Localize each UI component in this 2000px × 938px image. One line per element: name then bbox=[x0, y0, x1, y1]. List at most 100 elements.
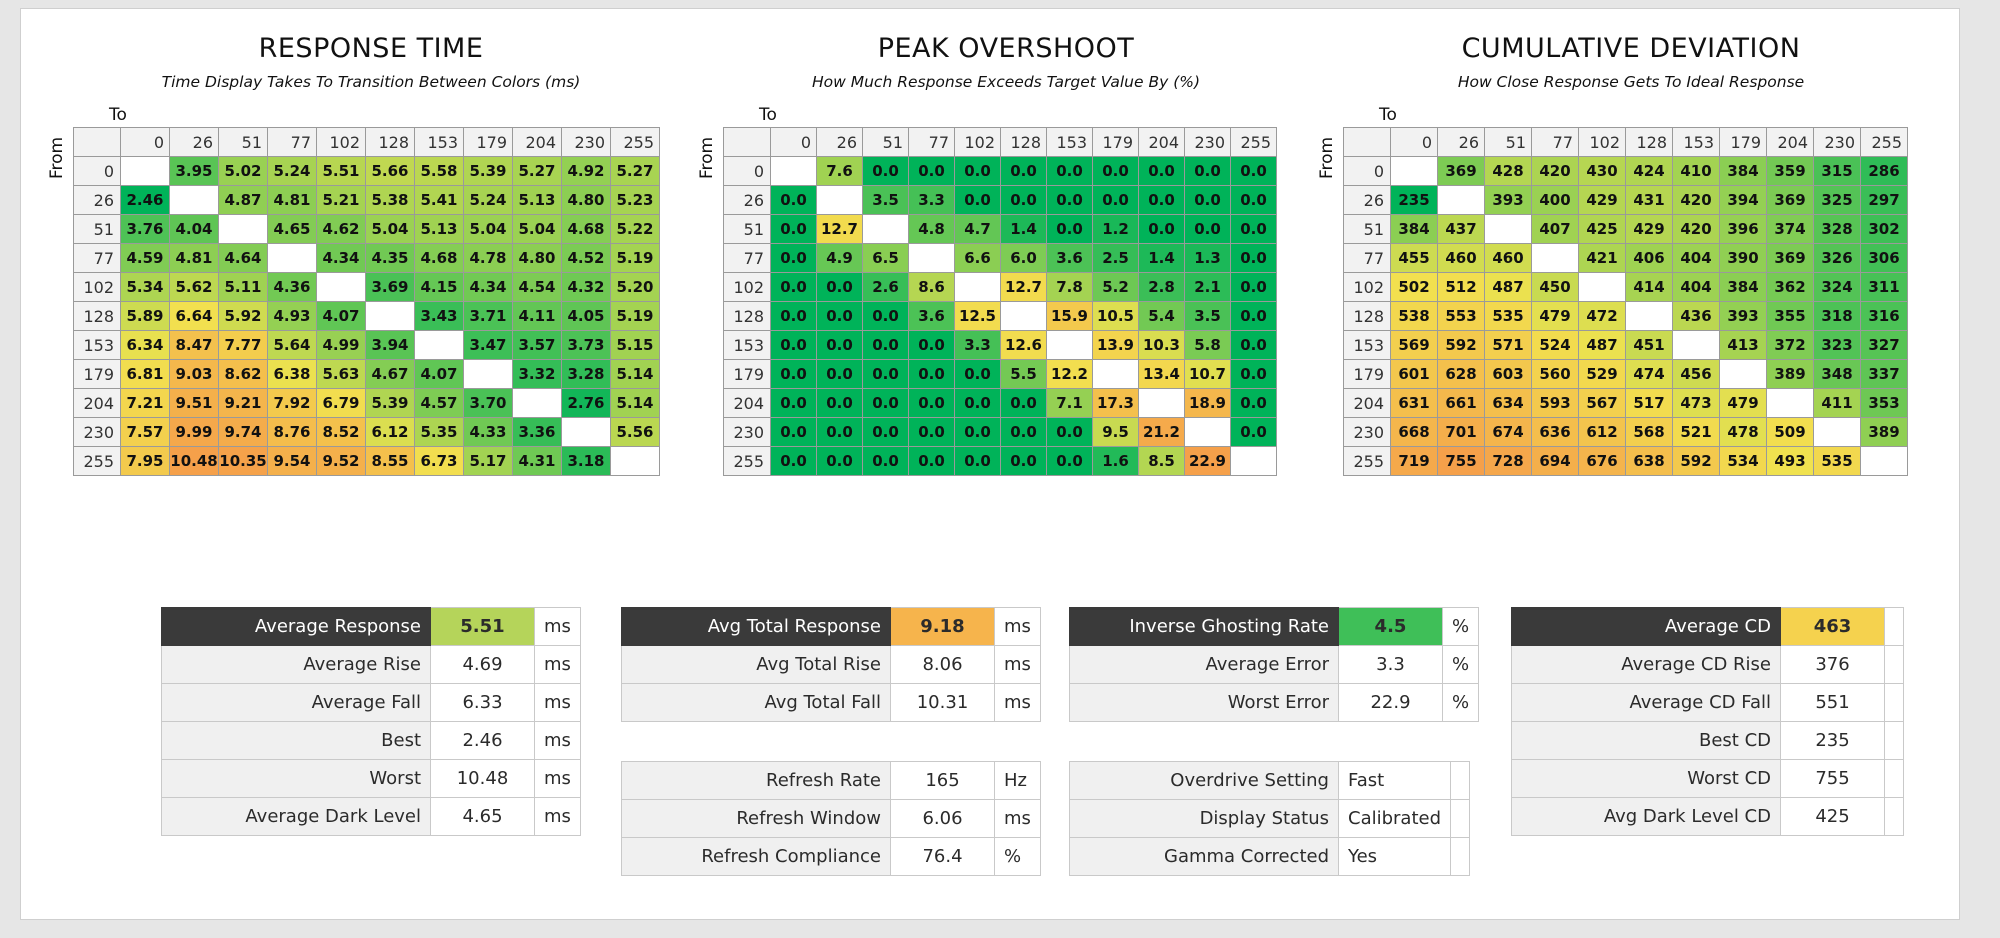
summary-row: Average Error 3.3% bbox=[1069, 645, 1480, 684]
matrix-col-header: 153 bbox=[1046, 127, 1093, 157]
matrix-cell: 560 bbox=[1531, 359, 1579, 389]
matrix-cell: 0.0 bbox=[1230, 243, 1277, 273]
matrix-cell: 4.57 bbox=[414, 388, 464, 418]
matrix-cell: 8.76 bbox=[267, 417, 317, 447]
matrix-cell: 3.18 bbox=[561, 446, 611, 476]
matrix-cell: 0.0 bbox=[1092, 156, 1139, 186]
matrix-cell: 400 bbox=[1531, 185, 1579, 215]
summary-row-unit: Hz bbox=[994, 761, 1041, 800]
matrix-cell: 5.20 bbox=[610, 272, 660, 302]
matrix-cell: 5.62 bbox=[169, 272, 219, 302]
matrix-cell: 634 bbox=[1484, 388, 1532, 418]
summary-row: Inverse Ghosting Rate 4.5% bbox=[1069, 607, 1480, 646]
matrix-col-header: 0 bbox=[120, 127, 170, 157]
matrix-cell: 5.11 bbox=[218, 272, 268, 302]
matrix-cell: 404 bbox=[1672, 272, 1720, 302]
matrix-cell: 538 bbox=[1390, 301, 1438, 331]
summary-row: Average CD Rise 376 bbox=[1511, 645, 1904, 684]
matrix-cell: 0.0 bbox=[770, 214, 817, 244]
summary-row-label: Avg Dark Level CD bbox=[1511, 797, 1781, 836]
axis-label-to: To bbox=[759, 105, 777, 125]
matrix-cell: 479 bbox=[1719, 388, 1767, 418]
matrix-row-header: 179 bbox=[723, 359, 771, 389]
matrix-cell: 420 bbox=[1672, 185, 1720, 215]
matrix-row: 204 7.21 9.51 9.21 7.92 6.79 5.39 4.57 3.70 2.76 5… bbox=[73, 388, 660, 418]
matrix-cell: 4.07 bbox=[414, 359, 464, 389]
summary-row: Worst Error 22.9% bbox=[1069, 683, 1480, 722]
matrix-cell: 512 bbox=[1437, 272, 1485, 302]
overshoot-summary: Inverse Ghosting Rate 4.5% Average Error 3.… bbox=[1069, 607, 1480, 722]
summary-row-unit: ms bbox=[994, 607, 1041, 646]
matrix-row-header: 77 bbox=[73, 243, 121, 273]
matrix-row: 0 3.95 5.02 5.24 5.51 5.66 5.58 5.39 5.27 4.92 5.2… bbox=[73, 156, 660, 186]
matrix-cell: 9.5 bbox=[1092, 417, 1139, 447]
matrix-panel-1: PEAK OVERSHOOT How Much Response Exceeds … bbox=[697, 33, 1311, 476]
matrix-cell: 4.04 bbox=[169, 214, 219, 244]
matrix-cell: 4.78 bbox=[463, 243, 513, 273]
summary-table: Average Response 5.51 ms Average Rise 4.69 ms… bbox=[161, 607, 581, 836]
matrix-cell: 0.0 bbox=[862, 301, 909, 331]
matrix-cell: 7.1 bbox=[1046, 388, 1093, 418]
matrix-row-header: 230 bbox=[1343, 417, 1391, 447]
summary-row-value: 8.06 bbox=[890, 645, 995, 684]
matrix-row: 102 5.34 5.62 5.11 4.36 3.69 4.15 4.34 4.54 4.32 5… bbox=[73, 272, 660, 302]
matrix-cell: 0.0 bbox=[770, 301, 817, 331]
matrix-cell: 0.0 bbox=[862, 359, 909, 389]
matrix-cell: 0.0 bbox=[1138, 214, 1185, 244]
matrix-cell-diagonal bbox=[1046, 330, 1093, 360]
matrix-row-header: 102 bbox=[73, 272, 121, 302]
matrix-cell: 428 bbox=[1484, 156, 1532, 186]
summary-row-value: 10.31 bbox=[890, 683, 995, 722]
matrix-cell: 755 bbox=[1437, 446, 1485, 476]
summary-row-unit: ms bbox=[994, 645, 1041, 684]
matrix-row-header: 255 bbox=[73, 446, 121, 476]
response-matrix: 0 26 51 77 102 128 153 179 204 230 255 0 3.95 5.02 5.2… bbox=[73, 127, 660, 476]
matrix-row-header: 0 bbox=[73, 156, 121, 186]
matrix-cell: 460 bbox=[1437, 243, 1485, 273]
summary-row: Avg Total Rise 8.06 ms bbox=[621, 645, 1041, 684]
matrix-col-header: 51 bbox=[218, 127, 268, 157]
matrix-cell: 404 bbox=[1672, 243, 1720, 273]
matrix-col-header: 128 bbox=[1625, 127, 1673, 157]
matrix-cell: 8.55 bbox=[365, 446, 415, 476]
matrix-cell: 2.46 bbox=[120, 185, 170, 215]
matrix-cell: 8.62 bbox=[218, 359, 268, 389]
matrix-cell: 6.73 bbox=[414, 446, 464, 476]
matrix-cell: 0.0 bbox=[1138, 156, 1185, 186]
matrix-wrap: From 0 26 51 77 102 128 153 179 204 230 255 0 3.95 5.0… bbox=[47, 127, 691, 476]
matrix-cell: 569 bbox=[1390, 330, 1438, 360]
matrix-cell: 10.35 bbox=[218, 446, 268, 476]
matrix-col-header: 204 bbox=[1138, 127, 1185, 157]
matrix-cell: 0.0 bbox=[816, 301, 863, 331]
summary-row-unit: ms bbox=[534, 683, 581, 722]
summary-row-value: 4.5 bbox=[1338, 607, 1443, 646]
matrix-cell: 6.5 bbox=[862, 243, 909, 273]
summary-row: Refresh Rate 165 Hz bbox=[621, 761, 1041, 800]
matrix-cell: 3.5 bbox=[1184, 301, 1231, 331]
summary-row-unit bbox=[1884, 721, 1904, 760]
summary-row: Avg Total Fall 10.31 ms bbox=[621, 683, 1041, 722]
matrix-cell: 535 bbox=[1484, 301, 1532, 331]
matrix-cell: 0.0 bbox=[770, 272, 817, 302]
matrix-cell: 4.9 bbox=[816, 243, 863, 273]
matrix-row-header: 51 bbox=[723, 214, 771, 244]
matrix-cell: 0.0 bbox=[1000, 156, 1047, 186]
matrix-cell: 5.23 bbox=[610, 185, 660, 215]
matrix-row-header: 26 bbox=[723, 185, 771, 215]
matrix-cell: 0.0 bbox=[908, 388, 955, 418]
matrix-cell: 2.6 bbox=[862, 272, 909, 302]
summary-table: Avg Total Response 9.18 ms Avg Total Rise 8.… bbox=[621, 607, 1041, 722]
matrix-cell: 0.0 bbox=[954, 388, 1001, 418]
matrix-cell: 0.0 bbox=[1138, 185, 1185, 215]
matrix-cell: 7.57 bbox=[120, 417, 170, 447]
matrix-cell: 9.51 bbox=[169, 388, 219, 418]
summary-row-unit: ms bbox=[534, 645, 581, 684]
summary-row-unit: ms bbox=[534, 721, 581, 760]
matrix-cell: 235 bbox=[1390, 185, 1438, 215]
matrix-cell: 4.15 bbox=[414, 272, 464, 302]
matrix-cell: 5.39 bbox=[365, 388, 415, 418]
summary-row-label: Avg Total Response bbox=[621, 607, 891, 646]
matrix-cell-diagonal bbox=[1092, 359, 1139, 389]
matrix-cell: 7.95 bbox=[120, 446, 170, 476]
summary-row-value: 6.33 bbox=[430, 683, 535, 722]
